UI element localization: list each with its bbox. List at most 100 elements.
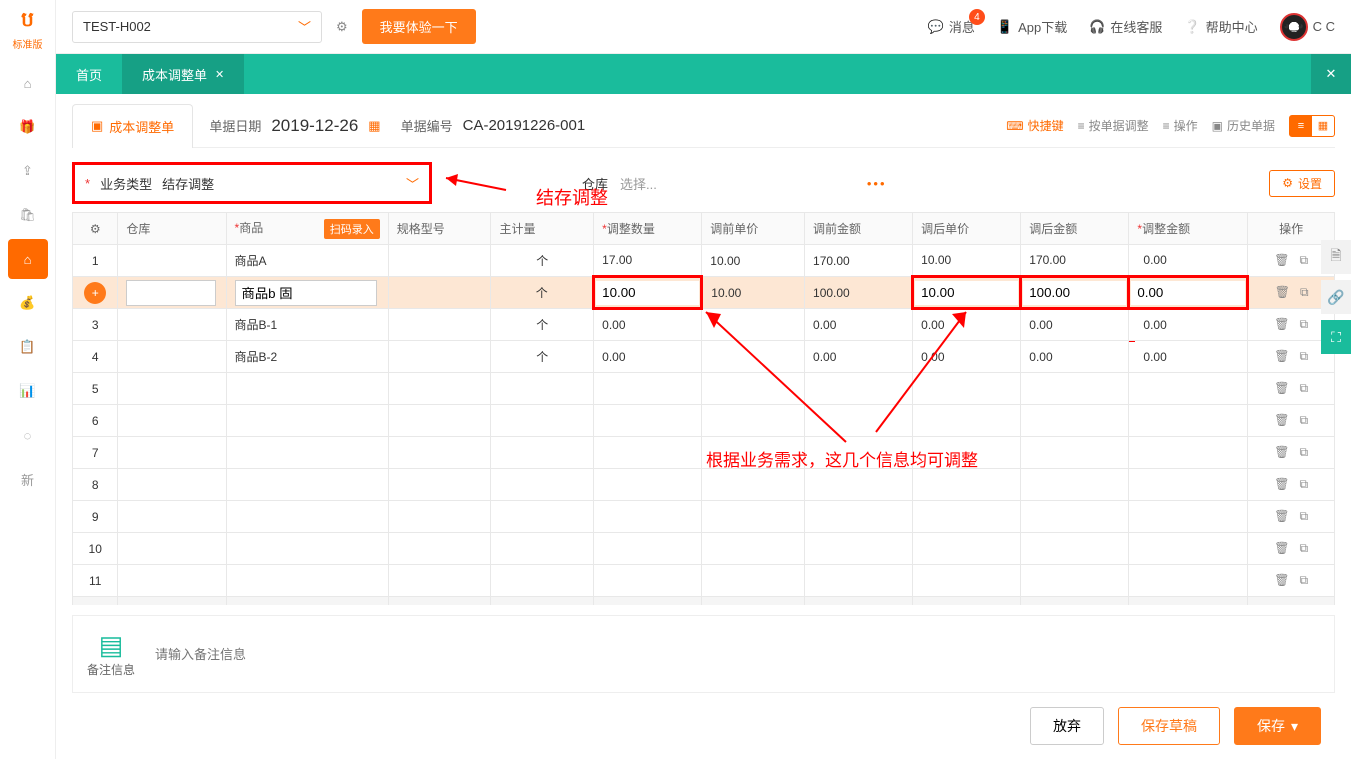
delete-row-icon[interactable]: 🗑 <box>1274 253 1289 268</box>
message-badge: 4 <box>969 9 985 25</box>
customer-service-button[interactable]: 🎧 在线客服 <box>1089 17 1162 36</box>
chevron-down-icon: ﹀ <box>298 17 311 36</box>
nav-report-icon[interactable]: 📊 <box>8 371 48 411</box>
close-icon[interactable]: ✕ <box>215 68 224 81</box>
nav-gift-icon[interactable]: 🎁 <box>8 107 48 147</box>
message-icon: 💬 <box>928 19 944 35</box>
copy-row-icon[interactable]: ⧉ <box>1300 285 1309 300</box>
scan-button[interactable]: 扫码录入 <box>324 219 380 239</box>
table-header-row: ⚙ 仓库 *商品扫码录入 规格型号 主计量 *调整数量 调前单价 调前金额 调后… <box>73 213 1335 245</box>
messages-button[interactable]: 💬 消息 4 <box>928 17 975 36</box>
delete-row-icon[interactable]: 🗑 <box>1274 445 1289 460</box>
topbar: TEST-H002 ﹀ ⚙ 我要体验一下 💬 消息 4 📱 App下载 🎧 在线… <box>56 0 1351 54</box>
delete-row-icon[interactable]: 🗑 <box>1274 477 1289 492</box>
right-rail: 🗎 🔗 ⛶ <box>1321 240 1351 354</box>
tab-home[interactable]: 首页 <box>56 54 122 94</box>
expand-panel-icon[interactable]: ⛶ <box>1321 320 1351 354</box>
qty-input[interactable] <box>596 281 699 305</box>
org-select[interactable]: TEST-H002 ﹀ <box>72 11 322 43</box>
filter-row: * 业务类型 结存调整 ﹀ 结存调整 仓库 选择... ••• ⚙设置 <box>56 148 1351 212</box>
nav-in-icon[interactable]: ⇪ <box>8 151 48 191</box>
list-view-icon: ≡ <box>1290 116 1312 136</box>
user-menu[interactable]: C C <box>1280 13 1335 41</box>
nav-clipboard-icon[interactable]: 📋 <box>8 327 48 367</box>
table-row[interactable]: 11🗑⧉ <box>73 565 1335 597</box>
remarks-input[interactable] <box>155 647 1320 662</box>
gear-icon: ⚙ <box>1282 176 1293 190</box>
delete-row-icon[interactable]: 🗑 <box>1274 349 1289 364</box>
gear-icon[interactable]: ⚙ <box>336 19 348 35</box>
link-panel-icon[interactable]: 🔗 <box>1321 280 1351 314</box>
delete-row-icon[interactable]: 🗑 <box>1274 573 1289 588</box>
copy-row-icon[interactable]: ⧉ <box>1300 445 1309 460</box>
copy-row-icon[interactable]: ⧉ <box>1300 413 1309 428</box>
tab-cost-adjust[interactable]: 成本调整单✕ <box>122 54 244 94</box>
copy-row-icon[interactable]: ⧉ <box>1300 573 1309 588</box>
chevron-down-icon: ▾ <box>1291 718 1298 735</box>
adjust-by-doc-button[interactable]: ≡ 按单据调整 <box>1078 117 1149 134</box>
history-button[interactable]: ▣ 历史单据 <box>1212 117 1275 134</box>
remarks-label: 备注信息 <box>87 661 135 678</box>
delete-row-icon[interactable]: 🗑 <box>1274 381 1289 396</box>
gear-column-icon[interactable]: ⚙ <box>73 213 118 245</box>
remarks-section: ▤ 备注信息 <box>72 615 1335 693</box>
nav-home-icon[interactable]: ⌂ <box>8 63 48 103</box>
delete-row-icon[interactable]: 🗑 <box>1275 285 1290 300</box>
table-row[interactable]: 4商品B-2个0.000.000.000.000.00🗑⧉ <box>73 341 1335 373</box>
table-row[interactable]: 8🗑⧉ <box>73 469 1335 501</box>
table-row[interactable]: 7🗑⧉ <box>73 437 1335 469</box>
warehouse-input[interactable] <box>126 280 215 306</box>
product-input[interactable] <box>235 280 377 306</box>
post-price-input[interactable] <box>915 281 1018 305</box>
save-button[interactable]: 保存▾ <box>1234 707 1321 745</box>
try-button[interactable]: 我要体验一下 <box>362 9 476 44</box>
doc-title-tab[interactable]: ▣ 成本调整单 <box>72 104 193 148</box>
delete-row-icon[interactable]: 🗑 <box>1274 317 1289 332</box>
nav-sync-icon[interactable]: ◌ <box>8 415 48 455</box>
table-row[interactable]: 10🗑⧉ <box>73 533 1335 565</box>
copy-row-icon[interactable]: ⧉ <box>1300 317 1309 332</box>
doc-date[interactable]: 2019-12-26 <box>271 116 358 136</box>
copy-row-icon[interactable]: ⧉ <box>1300 477 1309 492</box>
table-row[interactable]: 5🗑⧉ <box>73 373 1335 405</box>
left-nav: ប 标准版 ⌂ 🎁 ⇪ 🛍 ⌂ 💰 📋 📊 ◌ 新 <box>0 0 56 759</box>
post-amt-input[interactable] <box>1023 281 1126 305</box>
copy-row-icon[interactable]: ⧉ <box>1300 349 1309 364</box>
headset-icon: 🎧 <box>1089 19 1105 35</box>
copy-row-icon[interactable]: ⧉ <box>1300 541 1309 556</box>
annotation-1: 结存调整 <box>536 184 608 210</box>
copy-row-icon[interactable]: ⧉ <box>1300 509 1309 524</box>
delete-row-icon[interactable]: 🗑 <box>1274 509 1289 524</box>
add-row-icon[interactable]: + <box>84 282 106 304</box>
more-icon[interactable]: ••• <box>867 176 887 191</box>
table-row[interactable]: 1商品A个17.0010.00170.0010.00170.000.00🗑⧉ <box>73 245 1335 277</box>
delete-row-icon[interactable]: 🗑 <box>1274 413 1289 428</box>
operations-button[interactable]: ≡ 操作 <box>1163 117 1198 134</box>
app-download-button[interactable]: 📱 App下载 <box>997 17 1067 36</box>
table-row[interactable]: 9🗑⧉ <box>73 501 1335 533</box>
nav-new-icon[interactable]: 新 <box>8 459 48 499</box>
cancel-button[interactable]: 放弃 <box>1030 707 1104 745</box>
calendar-icon[interactable]: ▦ <box>368 118 380 134</box>
business-type-select[interactable]: * 业务类型 结存调整 ﹀ <box>72 162 432 204</box>
nav-bag-icon[interactable]: 🛍 <box>8 195 48 235</box>
settings-button[interactable]: ⚙设置 <box>1269 170 1335 197</box>
help-center-button[interactable]: ❔ 帮助中心 <box>1184 17 1257 36</box>
chevron-down-icon: ﹀ <box>406 174 419 193</box>
table-row[interactable]: 6🗑⧉ <box>73 405 1335 437</box>
view-toggle[interactable]: ≡▦ <box>1289 115 1335 137</box>
nav-money-icon[interactable]: 💰 <box>8 283 48 323</box>
table-row[interactable]: +个10.00100.00🗑⧉ <box>73 277 1335 309</box>
hotkey-button[interactable]: ⌨ 快捷键 <box>1006 117 1063 134</box>
warehouse-select[interactable]: 选择... <box>620 174 657 193</box>
delete-row-icon[interactable]: 🗑 <box>1274 541 1289 556</box>
adj-amt-input[interactable] <box>1131 281 1245 305</box>
arrow-annotation-icon <box>436 170 516 200</box>
close-all-tabs[interactable]: ✕ <box>1311 54 1351 94</box>
table-row[interactable]: 3商品B-1个0.000.000.000.000.00🗑⧉ <box>73 309 1335 341</box>
notes-panel-icon[interactable]: 🗎 <box>1321 240 1351 274</box>
copy-row-icon[interactable]: ⧉ <box>1300 381 1309 396</box>
nav-warehouse-icon[interactable]: ⌂ <box>8 239 48 279</box>
save-draft-button[interactable]: 保存草稿 <box>1118 707 1220 745</box>
copy-row-icon[interactable]: ⧉ <box>1300 253 1309 268</box>
